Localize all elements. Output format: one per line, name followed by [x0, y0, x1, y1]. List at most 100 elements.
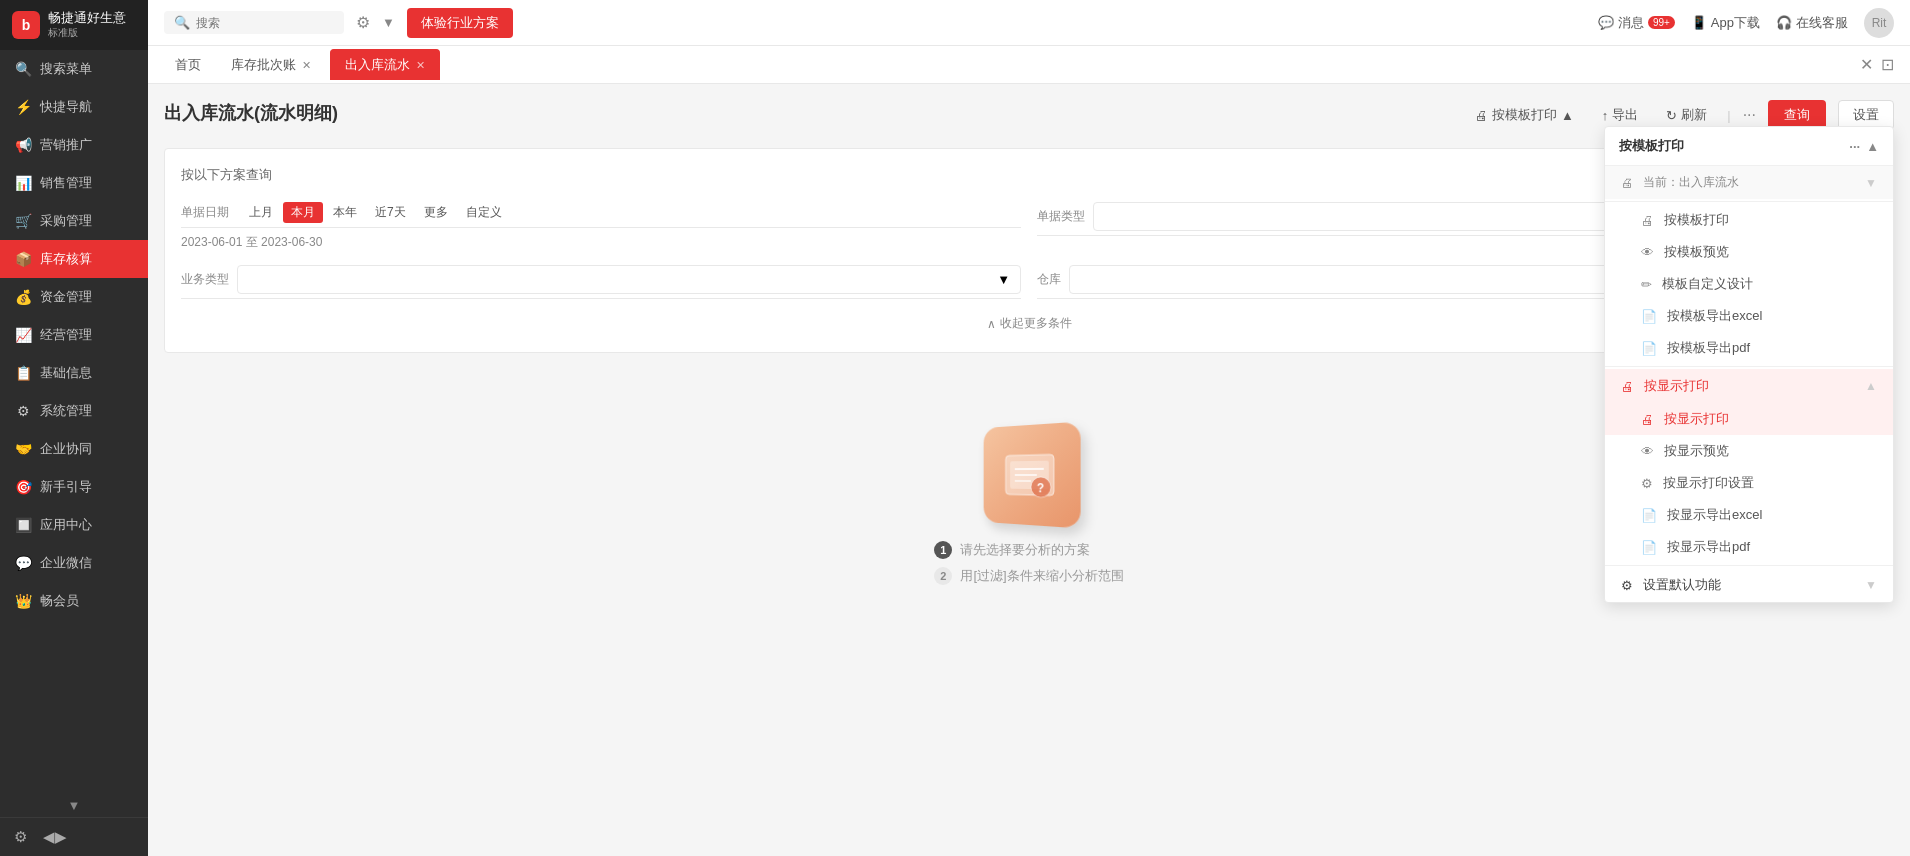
- date-tab-this-year[interactable]: 本年: [325, 202, 365, 223]
- tab-close-batch[interactable]: ✕: [302, 59, 311, 72]
- refresh-button[interactable]: ↻ 刷新: [1658, 102, 1715, 128]
- business-type-dropdown[interactable]: ▼: [237, 265, 1021, 294]
- app-logo: b 畅捷通好生意 标准版: [0, 0, 148, 50]
- panel-default-function[interactable]: ⚙ 设置默认功能 ▼: [1605, 568, 1893, 602]
- date-tab-last-month[interactable]: 上月: [241, 202, 281, 223]
- date-control: 单据日期 上月 本月 本年 近7天 更多 自定义: [181, 198, 1021, 228]
- template-pdf-icon: 📄: [1641, 341, 1657, 356]
- tab-close-flow[interactable]: ✕: [416, 59, 425, 72]
- window-maximize-icon[interactable]: ⊡: [1881, 55, 1894, 74]
- tab-inventory-batch[interactable]: 库存批次账 ✕: [216, 49, 326, 80]
- sidebar-item-sales[interactable]: 📊 销售管理: [0, 164, 148, 202]
- dropdown-more-icon[interactable]: ···: [1849, 139, 1860, 154]
- sidebar-item-wechat[interactable]: 💬 企业微信: [0, 544, 148, 582]
- sidebar-item-label: 畅会员: [40, 592, 79, 610]
- empty-icon: ?: [984, 422, 1081, 529]
- print-icon: 🖨: [1475, 108, 1488, 123]
- sidebar-item-member[interactable]: 👑 畅会员: [0, 582, 148, 620]
- panel-display-preview[interactable]: 👁 按显示预览: [1605, 435, 1893, 467]
- refresh-label: 刷新: [1681, 106, 1707, 124]
- sidebar-item-basic[interactable]: 📋 基础信息: [0, 354, 148, 392]
- tab-home[interactable]: 首页: [164, 49, 212, 80]
- panel-display-print-header[interactable]: 🖨 按显示打印 ▲: [1605, 369, 1893, 403]
- panel-template-print[interactable]: 🖨 按模板打印: [1605, 204, 1893, 236]
- message-icon: 💬: [1598, 15, 1614, 30]
- panel-display-pdf[interactable]: 📄 按显示导出pdf: [1605, 531, 1893, 563]
- app-icon: 📱: [1691, 15, 1707, 30]
- tip-text-2: 用[过滤]条件来缩小分析范围: [960, 567, 1123, 585]
- sidebar-item-quick-nav[interactable]: ⚡ 快捷导航: [0, 88, 148, 126]
- user-avatar[interactable]: Rit: [1864, 8, 1894, 38]
- date-tab-this-month[interactable]: 本月: [283, 202, 323, 223]
- panel-template-excel[interactable]: 📄 按模板导出excel: [1605, 300, 1893, 332]
- panel-template-custom[interactable]: ✏ 模板自定义设计: [1605, 268, 1893, 300]
- panel-template-pdf[interactable]: 📄 按模板导出pdf: [1605, 332, 1893, 364]
- panel-current[interactable]: 🖨 当前：出入库流水 ▼: [1605, 166, 1893, 199]
- sidebar-item-finance[interactable]: 💰 资金管理: [0, 278, 148, 316]
- collapse-label: 收起更多条件: [1000, 315, 1072, 332]
- display-settings-label: 按显示打印设置: [1663, 474, 1754, 492]
- sidebar-item-search[interactable]: 🔍 搜索菜单: [0, 50, 148, 88]
- sidebar-bottom: ⚙ ◀▶: [0, 817, 148, 856]
- template-excel-label: 按模板导出excel: [1667, 307, 1762, 325]
- window-close-icon[interactable]: ✕: [1860, 55, 1873, 74]
- inventory-flow-label: 出入库流水: [345, 56, 410, 74]
- display-excel-label: 按显示导出excel: [1667, 506, 1762, 524]
- search-box[interactable]: 🔍: [164, 11, 344, 34]
- default-function-arrow: ▼: [1865, 578, 1877, 592]
- topbar-chevron[interactable]: ▼: [382, 15, 395, 30]
- template-print-label: 按模板打印: [1492, 106, 1557, 124]
- home-tab-label: 首页: [175, 56, 201, 74]
- sidebar-item-collab[interactable]: 🤝 企业协同: [0, 430, 148, 468]
- template-print-button[interactable]: 🖨 按模板打印 ▲: [1467, 102, 1582, 128]
- guide-icon: 🎯: [14, 478, 32, 496]
- display-preview-label: 按显示预览: [1664, 442, 1729, 460]
- current-icon: 🖨: [1621, 176, 1633, 190]
- panel-display-excel[interactable]: 📄 按显示导出excel: [1605, 499, 1893, 531]
- app-download-button[interactable]: 📱 App下载: [1691, 14, 1760, 32]
- display-preview-icon: 👁: [1641, 444, 1654, 459]
- tip-num-1: 1: [934, 541, 952, 559]
- date-tab-more[interactable]: 更多: [416, 202, 456, 223]
- display-arrow: ▲: [1865, 379, 1877, 393]
- topbar: 🔍 ⚙ ▼ 体验行业方案 💬 消息 99+ 📱 App下载 🎧 在线客服 Rit: [148, 0, 1910, 46]
- date-tab-7days[interactable]: 近7天: [367, 202, 414, 223]
- collapse-icon[interactable]: ◀▶: [43, 828, 67, 846]
- sidebar-item-system[interactable]: ⚙ 系统管理: [0, 392, 148, 430]
- panel-display-settings[interactable]: ⚙ 按显示打印设置: [1605, 467, 1893, 499]
- sidebar-item-marketing[interactable]: 📢 营销推广: [0, 126, 148, 164]
- sidebar-item-inventory[interactable]: 📦 库存核算: [0, 240, 148, 278]
- sidebar-item-label: 营销推广: [40, 136, 92, 154]
- settings-bottom-icon[interactable]: ⚙: [14, 828, 27, 846]
- inventory-icon: 📦: [14, 250, 32, 268]
- panel-template-preview[interactable]: 👁 按模板预览: [1605, 236, 1893, 268]
- message-button[interactable]: 💬 消息 99+: [1598, 14, 1675, 32]
- template-preview-label: 按模板预览: [1664, 243, 1729, 261]
- export-button[interactable]: ↑ 导出: [1594, 102, 1647, 128]
- date-tab-custom[interactable]: 自定义: [458, 202, 510, 223]
- sidebar-item-apps[interactable]: 🔲 应用中心: [0, 506, 148, 544]
- panel-display-print[interactable]: 🖨 按显示打印: [1605, 403, 1893, 435]
- template-custom-icon: ✏: [1641, 277, 1652, 292]
- purchase-icon: 🛒: [14, 212, 32, 230]
- sidebar-scroll-down[interactable]: ▼: [0, 794, 148, 817]
- settings-icon[interactable]: ⚙: [356, 13, 370, 32]
- search-input[interactable]: [196, 16, 326, 30]
- sidebar-item-operations[interactable]: 📈 经营管理: [0, 316, 148, 354]
- tab-inventory-flow[interactable]: 出入库流水 ✕: [330, 49, 440, 80]
- wechat-icon: 💬: [14, 554, 32, 572]
- more-icon[interactable]: ···: [1743, 106, 1756, 124]
- online-service-button[interactable]: 🎧 在线客服: [1776, 14, 1848, 32]
- dropdown-collapse-icon[interactable]: ▲: [1866, 139, 1879, 154]
- message-badge: 99+: [1648, 16, 1675, 29]
- default-function-label: 设置默认功能: [1643, 576, 1721, 594]
- sidebar-item-purchase[interactable]: 🛒 采购管理: [0, 202, 148, 240]
- trial-button[interactable]: 体验行业方案: [407, 8, 513, 38]
- refresh-icon: ↻: [1666, 108, 1677, 123]
- export-icon: ↑: [1602, 108, 1609, 123]
- date-tabs: 上月 本月 本年 近7天 更多 自定义: [241, 202, 510, 223]
- panel-divider-2: [1605, 366, 1893, 367]
- basic-icon: 📋: [14, 364, 32, 382]
- system-icon: ⚙: [14, 402, 32, 420]
- sidebar-item-guide[interactable]: 🎯 新手引导: [0, 468, 148, 506]
